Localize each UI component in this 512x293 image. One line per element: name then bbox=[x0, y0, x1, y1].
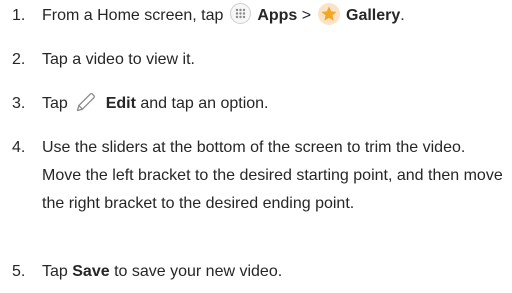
separator: > bbox=[301, 7, 312, 24]
save-label: Save bbox=[72, 263, 110, 280]
step-text: Use the sliders at the bottom of the scr… bbox=[42, 139, 503, 212]
step-text: From a Home screen, tap Apps > Gallery. bbox=[42, 2, 506, 30]
step-text: Tap Save to save your new video. bbox=[42, 258, 506, 286]
step-number: 2. bbox=[12, 51, 26, 68]
step-1-text-a: From a Home screen, tap bbox=[42, 7, 224, 24]
pencil-edit-icon bbox=[74, 90, 98, 114]
period: . bbox=[400, 7, 405, 24]
step-number: 3. bbox=[12, 95, 26, 112]
edit-label: Edit bbox=[105, 95, 136, 112]
apps-label: Apps bbox=[257, 7, 298, 24]
step-5-text-b: to save your new video. bbox=[114, 263, 283, 280]
step-5-text-a: Tap bbox=[42, 263, 68, 280]
step-3-text-a: Tap bbox=[42, 95, 68, 112]
step-3-text-b: and tap an option. bbox=[140, 95, 269, 112]
step-number: 4. bbox=[12, 139, 26, 156]
step-number: 1. bbox=[12, 7, 26, 24]
step-number: 5. bbox=[12, 263, 26, 280]
gallery-star-icon bbox=[317, 2, 340, 25]
step-text: Tap Edit and tap an option. bbox=[42, 90, 506, 118]
step-text: Tap a video to view it. bbox=[42, 51, 195, 68]
apps-grid-icon bbox=[229, 3, 251, 25]
gallery-label: Gallery bbox=[346, 7, 401, 24]
